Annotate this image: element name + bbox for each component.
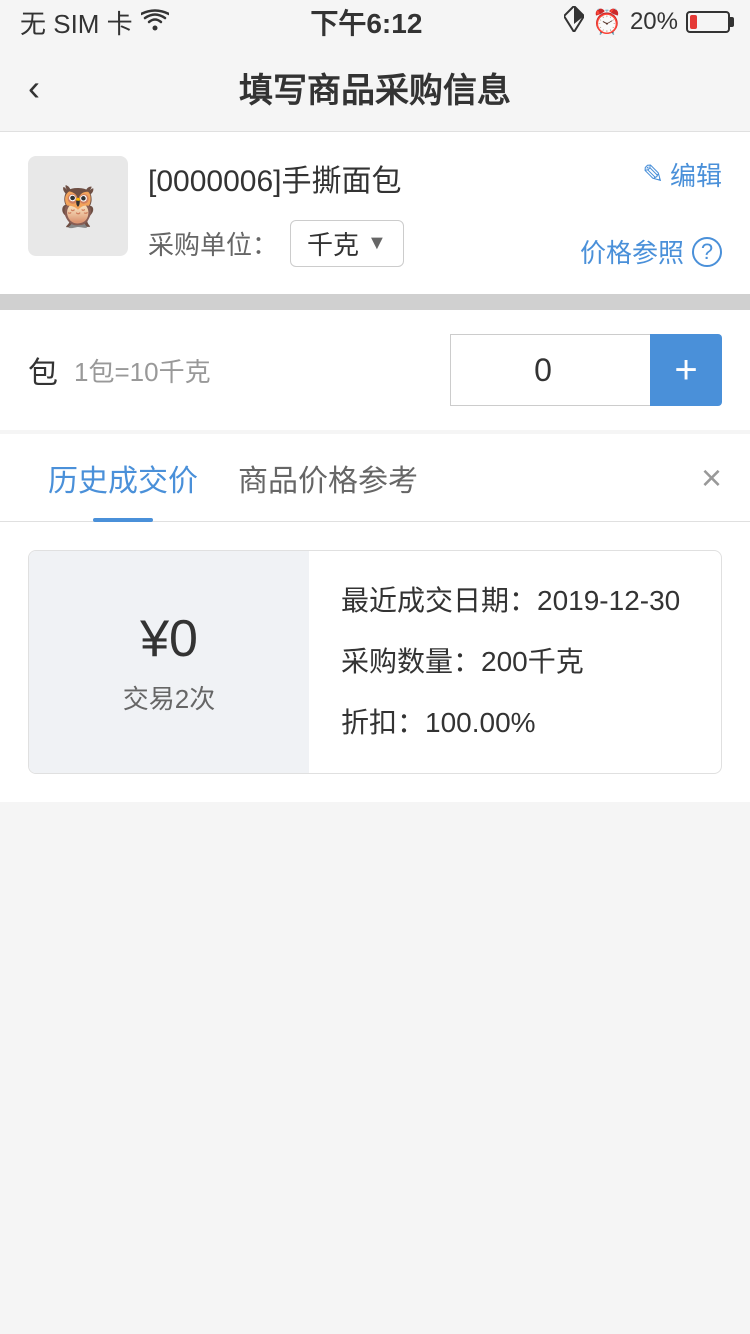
section-divider [0,294,750,310]
tab-history-price-label: 历史成交价 [48,456,198,500]
tab-product-price-ref[interactable]: 商品价格参考 [218,434,438,522]
unit-info: 包 1包=10千克 [28,348,211,392]
trade-times: 交易2次 [123,679,215,716]
quantity-controls: + [450,334,722,406]
edit-icon: ✎ [642,159,664,190]
price-date-row: 最近成交日期：2019-12-30 [341,579,689,624]
price-card-left: ¥0 交易2次 [29,551,309,773]
unit-select-button[interactable]: 千克 ▼ [290,220,404,267]
tab-content: ¥0 交易2次 最近成交日期：2019-12-30 采购数量：200千克 折扣：… [0,522,750,802]
unit-conversion: 1包=10千克 [74,352,211,389]
product-card: 🦉 [0000006]手撕面包 采购单位： 千克 ▼ ✎ 编辑 [0,132,750,294]
tabs-header: 历史成交价 商品价格参考 × [0,434,750,522]
price-display: ¥0 [140,609,198,669]
alarm-icon: ⏰ [592,8,622,37]
status-time: 下午6:12 [310,2,422,42]
date-value: 2019-12-30 [537,585,680,616]
qty-label: 采购数量： [341,646,481,677]
price-value: 0 [169,610,198,668]
product-name: [0000006]手撕面包 [148,156,404,200]
status-left: 无 SIM 卡 [20,4,169,41]
unit-row: 采购单位： 千克 ▼ [148,220,404,267]
tab-history-price[interactable]: 历史成交价 [28,434,218,522]
price-qty-row: 采购数量：200千克 [341,640,689,685]
price-reference-button[interactable]: 价格参照 ? [580,233,722,270]
unit-label: 采购单位： [148,225,278,262]
discount-value: 100.00% [425,707,536,738]
product-icon: 🦉 [53,183,103,230]
discount-label: 折扣： [341,707,425,738]
date-label: 最近成交日期： [341,585,537,616]
location-icon [564,6,584,39]
price-discount-row: 折扣：100.00% [341,701,689,746]
tabs-list: 历史成交价 商品价格参考 [28,434,438,522]
price-currency: ¥ [140,610,169,668]
price-card-right: 最近成交日期：2019-12-30 采购数量：200千克 折扣：100.00% [309,551,721,773]
qty-value: 200千克 [481,646,584,677]
page-title: 填写商品采购信息 [239,63,511,112]
product-thumbnail: 🦉 [28,156,128,256]
wifi-icon [141,7,169,38]
page-header: ‹ 填写商品采购信息 [0,44,750,132]
battery-icon [686,11,730,33]
quantity-plus-button[interactable]: + [650,334,722,406]
battery-percentage: 20% [630,8,678,36]
carrier-label: 无 SIM 卡 [20,4,133,41]
unit-value: 千克 [307,225,359,262]
tab-product-price-ref-label: 商品价格参考 [238,456,418,500]
tabs-section: 历史成交价 商品价格参考 × ¥0 交易2次 最近成交日期：2019-12-30… [0,434,750,802]
back-button[interactable]: ‹ [28,67,40,109]
tabs-close-button[interactable]: × [701,457,722,499]
edit-button[interactable]: ✎ 编辑 [642,156,722,193]
quantity-input[interactable] [450,334,650,406]
status-right: ⏰ 20% [564,6,730,39]
status-bar: 无 SIM 卡 下午6:12 ⏰ 20% [0,0,750,44]
price-ref-label: 价格参照 [580,233,684,270]
history-price-card: ¥0 交易2次 最近成交日期：2019-12-30 采购数量：200千克 折扣：… [28,550,722,774]
edit-label: 编辑 [670,156,722,193]
unit-badge: 包 [28,348,58,392]
quantity-row: 包 1包=10千克 + [0,310,750,430]
price-ref-help-icon: ? [692,237,722,267]
unit-dropdown-arrow: ▼ [367,232,387,255]
